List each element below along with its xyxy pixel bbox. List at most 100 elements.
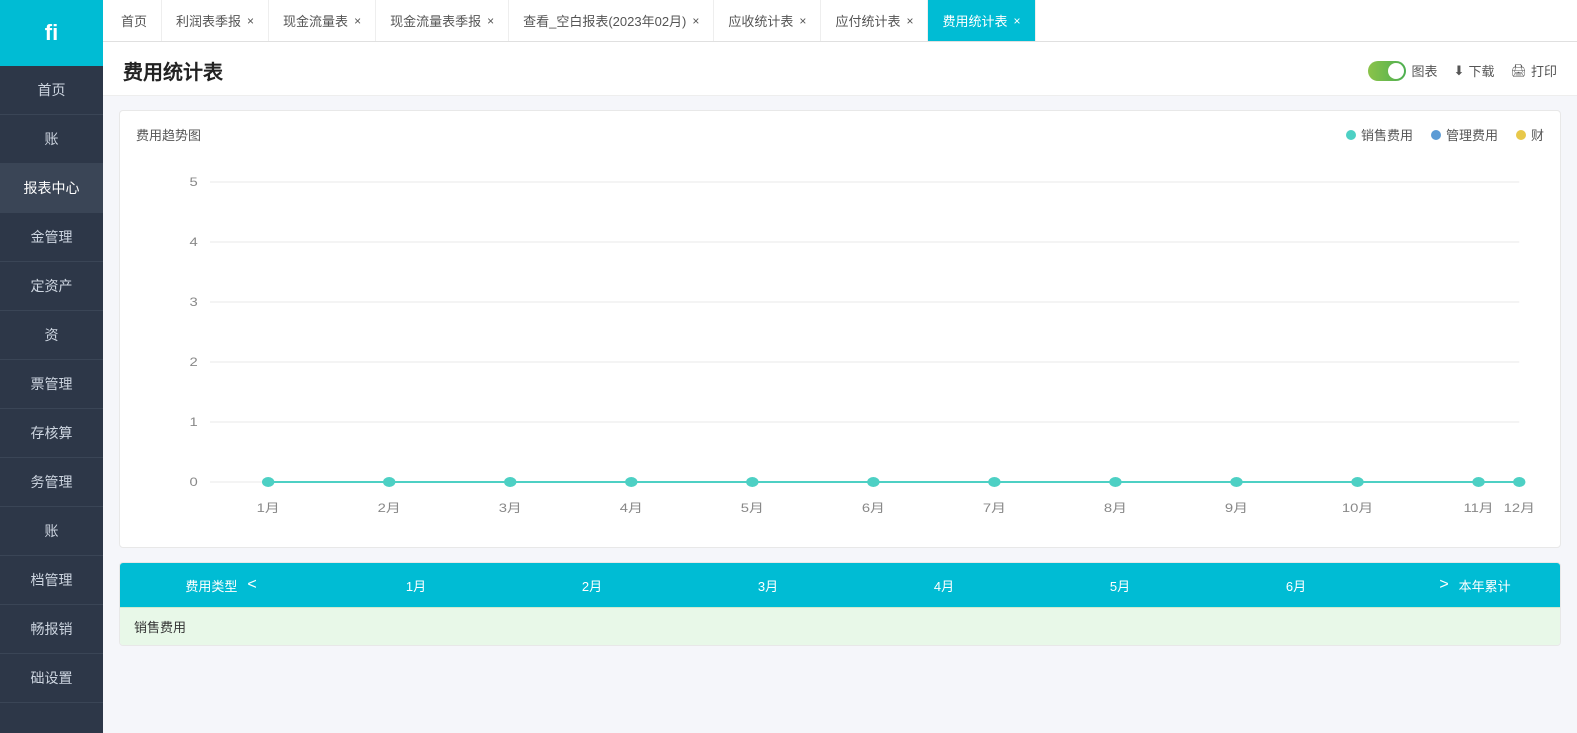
chart-point (867, 477, 879, 487)
chart-toggle-wrap[interactable]: 图表 (1368, 61, 1438, 81)
tab-blank-report[interactable]: 查看_空白报表(2023年02月) × (509, 0, 714, 41)
legend-admin: 管理费用 (1431, 125, 1498, 144)
chart-toggle-label: 图表 (1412, 61, 1438, 80)
row-type-sales: 销售费用 (120, 617, 333, 636)
sidebar-logo: fi (0, 0, 103, 66)
svg-text:12月: 12月 (1504, 501, 1535, 514)
sidebar-item-reports[interactable]: 报表中心 (0, 164, 103, 213)
main-area: 首页 利润表季报 × 现金流量表 × 现金流量表季报 × 查看_空白报表(202… (103, 0, 1577, 733)
prev-arrow[interactable]: < (241, 576, 262, 594)
svg-text:4: 4 (190, 235, 199, 248)
close-tab-cashflow[interactable]: × (354, 14, 361, 28)
tab-expense-stats[interactable]: 费用统计表 × (928, 0, 1035, 41)
svg-text:3月: 3月 (499, 501, 522, 514)
sidebar-item-ledger[interactable]: 账 (0, 507, 103, 556)
close-tab-blank-report[interactable]: × (692, 14, 699, 28)
legend-label-finance: 财 (1531, 125, 1544, 144)
chart-point (1472, 477, 1484, 487)
sidebar-item-cash[interactable]: 金管理 (0, 213, 103, 262)
sidebar-item-invoice[interactable]: 票管理 (0, 360, 103, 409)
tab-receivable[interactable]: 应收统计表 × (714, 0, 821, 41)
page-header: 费用统计表 图表 ⬇ 下载 🖨 打印 (103, 42, 1577, 96)
svg-text:9月: 9月 (1225, 501, 1248, 514)
table-header-row: 费用类型 < 1月 2月 3月 4月 5月 6月 > 本年累计 (120, 563, 1560, 607)
chart-svg: 5 4 3 2 1 0 (136, 152, 1544, 532)
svg-text:7月: 7月 (983, 501, 1006, 514)
sidebar-item-account[interactable]: 账 (0, 115, 103, 164)
col-ytd: > 本年累计 (1384, 576, 1560, 595)
col-apr: 4月 (856, 576, 1032, 595)
svg-text:5: 5 (190, 175, 198, 188)
sidebar-item-inventory[interactable]: 存核算 (0, 409, 103, 458)
close-tab-cashflow-quarterly[interactable]: × (487, 14, 494, 28)
col-jan: 1月 (328, 576, 504, 595)
col-type: 费用类型 < (120, 576, 328, 595)
legend-sales: 销售费用 (1346, 125, 1413, 144)
print-icon: 🖨 (1510, 63, 1527, 79)
svg-text:8月: 8月 (1104, 501, 1127, 514)
chart-point (625, 477, 637, 487)
chart-title: 费用趋势图 (136, 125, 201, 144)
table-row: 销售费用 (120, 607, 1560, 645)
download-icon: ⬇ (1454, 63, 1465, 79)
print-button[interactable]: 🖨 打印 (1510, 61, 1557, 80)
col-feb: 2月 (504, 576, 680, 595)
svg-text:3: 3 (190, 295, 198, 308)
sidebar-item-service[interactable]: 务管理 (0, 458, 103, 507)
col-may: 5月 (1032, 576, 1208, 595)
legend-label-sales: 销售费用 (1361, 125, 1413, 144)
sidebar-item-expense[interactable]: 畅报销 (0, 605, 103, 654)
page-title: 费用统计表 (123, 56, 223, 85)
chart-point (1513, 477, 1525, 487)
sidebar-item-settings[interactable]: 础设置 (0, 654, 103, 703)
close-tab-profit-quarterly[interactable]: × (247, 14, 254, 28)
svg-text:2月: 2月 (378, 501, 401, 514)
chart-legend: 销售费用 管理费用 财 (1346, 125, 1544, 144)
svg-text:1月: 1月 (257, 501, 280, 514)
chart-point (504, 477, 516, 487)
svg-text:6月: 6月 (862, 501, 885, 514)
chart-svg-area: 5 4 3 2 1 0 (136, 152, 1544, 537)
page-content: 费用统计表 图表 ⬇ 下载 🖨 打印 费用趋势图 (103, 42, 1577, 733)
chart-section: 费用趋势图 销售费用 管理费用 财 (119, 110, 1561, 548)
chart-toggle[interactable] (1368, 61, 1406, 81)
sidebar-item-home[interactable]: 首页 (0, 66, 103, 115)
tab-home[interactable]: 首页 (107, 0, 162, 41)
svg-text:11月: 11月 (1463, 501, 1493, 514)
legend-label-admin: 管理费用 (1446, 125, 1498, 144)
chart-point (1351, 477, 1363, 487)
close-tab-expense-stats[interactable]: × (1013, 14, 1020, 28)
tab-cashflow-quarterly[interactable]: 现金流量表季报 × (376, 0, 509, 41)
legend-finance: 财 (1516, 125, 1544, 144)
svg-text:4月: 4月 (620, 501, 643, 514)
sidebar-item-resource[interactable]: 资 (0, 311, 103, 360)
svg-text:2: 2 (190, 355, 198, 368)
sidebar-item-archive[interactable]: 档管理 (0, 556, 103, 605)
svg-text:0: 0 (190, 475, 198, 488)
next-arrow[interactable]: > (1433, 576, 1454, 594)
chart-point (1109, 477, 1121, 487)
col-mar: 3月 (680, 576, 856, 595)
close-tab-payable[interactable]: × (906, 14, 913, 28)
legend-dot-sales (1346, 130, 1356, 140)
legend-dot-finance (1516, 130, 1526, 140)
chart-point (383, 477, 395, 487)
expense-table: 费用类型 < 1月 2月 3月 4月 5月 6月 > 本年累计 销售费用 (119, 562, 1561, 646)
close-tab-receivable[interactable]: × (799, 14, 806, 28)
tab-payable[interactable]: 应付统计表 × (821, 0, 928, 41)
tabs-bar: 首页 利润表季报 × 现金流量表 × 现金流量表季报 × 查看_空白报表(202… (103, 0, 1577, 42)
chart-point (262, 477, 274, 487)
sidebar: fi 首页 账 报表中心 金管理 定资产 资 票管理 存核算 务管理 账 档管理… (0, 0, 103, 733)
legend-dot-admin (1431, 130, 1441, 140)
tab-cashflow[interactable]: 现金流量表 × (269, 0, 376, 41)
download-button[interactable]: ⬇ 下载 (1454, 61, 1495, 80)
chart-point (988, 477, 1000, 487)
col-jun: 6月 (1208, 576, 1384, 595)
chart-header: 费用趋势图 销售费用 管理费用 财 (136, 125, 1544, 144)
sidebar-item-assets[interactable]: 定资产 (0, 262, 103, 311)
header-actions: 图表 ⬇ 下载 🖨 打印 (1368, 61, 1557, 81)
chart-point (1230, 477, 1242, 487)
svg-text:5月: 5月 (741, 501, 764, 514)
svg-text:1: 1 (190, 415, 198, 428)
tab-profit-quarterly[interactable]: 利润表季报 × (162, 0, 269, 41)
